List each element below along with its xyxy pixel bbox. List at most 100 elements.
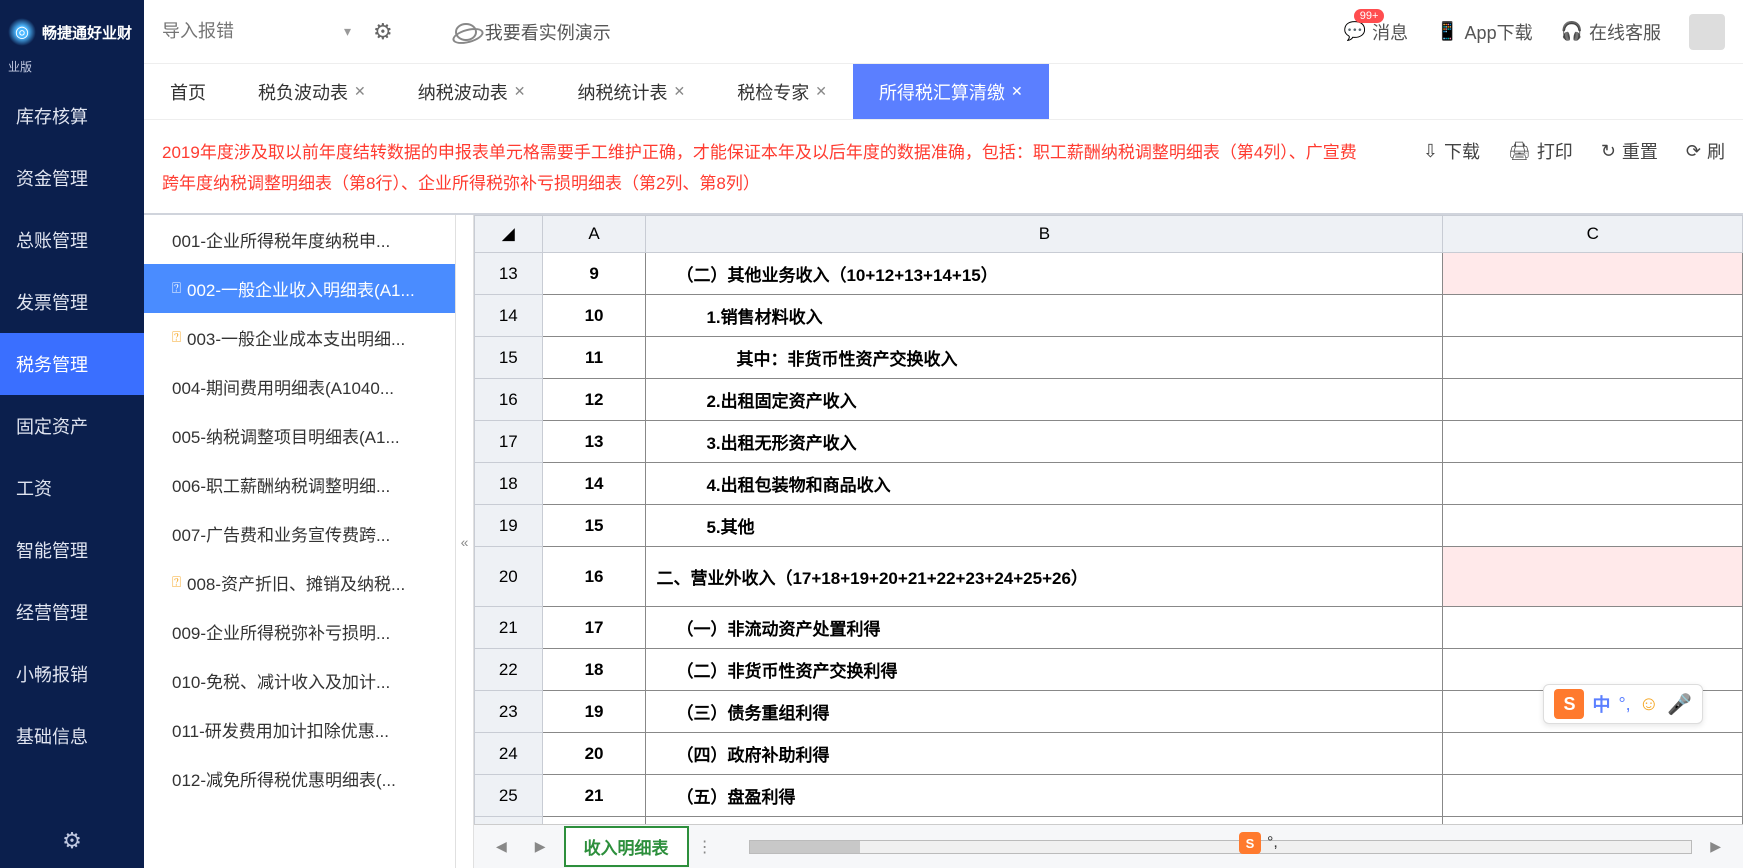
- form-list-item[interactable]: 001-企业所得税年度纳税申...: [144, 215, 455, 264]
- cell[interactable]: [1443, 505, 1743, 547]
- ime-lang[interactable]: 中: [1592, 691, 1610, 717]
- cell[interactable]: 16: [542, 547, 646, 607]
- row-header[interactable]: 16: [475, 379, 543, 421]
- close-icon[interactable]: ✕: [514, 83, 526, 100]
- tab[interactable]: 首页: [144, 64, 232, 119]
- sidebar-item[interactable]: 智能管理: [0, 519, 144, 581]
- row-header[interactable]: 19: [475, 505, 543, 547]
- form-list-item[interactable]: 010-免税、减计收入及加计...: [144, 656, 455, 705]
- column-header[interactable]: A: [542, 216, 646, 253]
- cell[interactable]: 13: [542, 421, 646, 463]
- column-header[interactable]: C: [1443, 216, 1743, 253]
- cell[interactable]: 22: [542, 817, 646, 824]
- sidebar-item[interactable]: 工资: [0, 457, 144, 519]
- sidebar-item[interactable]: 基础信息: [0, 705, 144, 767]
- form-list-item[interactable]: 005-纳税调整项目明细表(A1...: [144, 411, 455, 460]
- cell[interactable]: [1443, 607, 1743, 649]
- ime-emoji-icon[interactable]: ☺: [1639, 693, 1659, 716]
- settings-icon[interactable]: ⚙: [0, 814, 144, 868]
- close-icon[interactable]: ✕: [815, 83, 827, 100]
- sidebar-item[interactable]: 小畅报销: [0, 643, 144, 705]
- cell[interactable]: （三）债务重组利得: [646, 691, 1443, 733]
- sidebar-item[interactable]: 固定资产: [0, 395, 144, 457]
- ime-punct-icon[interactable]: °,: [1618, 694, 1630, 715]
- row-header[interactable]: 15: [475, 337, 543, 379]
- row-header[interactable]: 21: [475, 607, 543, 649]
- cell[interactable]: [1443, 337, 1743, 379]
- form-list-item[interactable]: 012-减免所得税优惠明细表(...: [144, 754, 455, 803]
- row-header[interactable]: 24: [475, 733, 543, 775]
- close-icon[interactable]: ✕: [1011, 83, 1023, 100]
- sheet-tab-active[interactable]: 收入明细表: [564, 826, 689, 867]
- close-icon[interactable]: ✕: [673, 83, 685, 100]
- demo-link[interactable]: 我要看实例演示: [455, 19, 611, 45]
- cell[interactable]: [1443, 775, 1743, 817]
- form-list-item[interactable]: 006-职工薪酬纳税调整明细...: [144, 460, 455, 509]
- cell[interactable]: [1443, 421, 1743, 463]
- row-header[interactable]: 13: [475, 253, 543, 295]
- row-header[interactable]: 22: [475, 649, 543, 691]
- row-header[interactable]: 18: [475, 463, 543, 505]
- cell[interactable]: [1443, 547, 1743, 607]
- sheet-prev-icon[interactable]: ◀: [486, 838, 517, 855]
- form-list-item[interactable]: ⍰008-资产折旧、摊销及纳税...: [144, 558, 455, 607]
- cell[interactable]: 20: [542, 733, 646, 775]
- form-list-item[interactable]: 004-期间费用明细表(A1040...: [144, 362, 455, 411]
- sidebar-item[interactable]: 总账管理: [0, 209, 144, 271]
- row-header[interactable]: 25: [475, 775, 543, 817]
- cell[interactable]: （二）非货币性资产交换利得: [646, 649, 1443, 691]
- sidebar-item[interactable]: 发票管理: [0, 271, 144, 333]
- collapse-handle[interactable]: «: [456, 215, 474, 868]
- search-input[interactable]: [162, 21, 322, 42]
- cell[interactable]: （一）非流动资产处置利得: [646, 607, 1443, 649]
- download-button[interactable]: ⇩下载: [1423, 138, 1480, 164]
- sidebar-item[interactable]: 库存核算: [0, 85, 144, 147]
- cell[interactable]: 1.销售材料收入: [646, 295, 1443, 337]
- sheet-more-icon[interactable]: ⋮: [697, 837, 731, 857]
- cell[interactable]: 3.出租无形资产收入: [646, 421, 1443, 463]
- settings-gear-icon[interactable]: ⚙: [373, 19, 393, 45]
- cell[interactable]: 17: [542, 607, 646, 649]
- chevron-down-icon[interactable]: ▾: [344, 23, 351, 40]
- tab[interactable]: 所得税汇算清缴✕: [853, 64, 1049, 119]
- form-list-item[interactable]: 011-研发费用加计扣除优惠...: [144, 705, 455, 754]
- cell[interactable]: （六）捐赠利得: [646, 817, 1443, 824]
- cell[interactable]: 10: [542, 295, 646, 337]
- cell[interactable]: 4.出租包装物和商品收入: [646, 463, 1443, 505]
- avatar[interactable]: [1689, 14, 1725, 50]
- row-header[interactable]: 17: [475, 421, 543, 463]
- tab[interactable]: 税负波动表✕: [232, 64, 392, 119]
- cell[interactable]: [1443, 817, 1743, 824]
- print-button[interactable]: 🖨打印: [1508, 138, 1573, 164]
- sidebar-item[interactable]: 资金管理: [0, 147, 144, 209]
- cell[interactable]: （四）政府补助利得: [646, 733, 1443, 775]
- sheet-next-icon[interactable]: ▶: [525, 838, 556, 855]
- cell[interactable]: 5.其他: [646, 505, 1443, 547]
- tab[interactable]: 税检专家✕: [711, 64, 853, 119]
- message-button[interactable]: 99+ 💬 消息: [1344, 19, 1408, 45]
- row-header[interactable]: 14: [475, 295, 543, 337]
- cell[interactable]: [1443, 295, 1743, 337]
- sidebar-item[interactable]: 经营管理: [0, 581, 144, 643]
- cell[interactable]: 9: [542, 253, 646, 295]
- ime-mini[interactable]: S °,: [1239, 832, 1278, 854]
- cell[interactable]: 2.出租固定资产收入: [646, 379, 1443, 421]
- form-list-item[interactable]: 007-广告费和业务宣传费跨...: [144, 509, 455, 558]
- refresh-button[interactable]: ⟳刷: [1686, 138, 1725, 164]
- close-icon[interactable]: ✕: [354, 83, 366, 100]
- cell[interactable]: 18: [542, 649, 646, 691]
- cell[interactable]: 15: [542, 505, 646, 547]
- column-header[interactable]: B: [646, 216, 1443, 253]
- cell[interactable]: 19: [542, 691, 646, 733]
- app-download-button[interactable]: 📱 App下载: [1436, 19, 1532, 45]
- reset-button[interactable]: ↻重置: [1601, 138, 1658, 164]
- ime-mic-icon[interactable]: 🎤: [1667, 692, 1692, 717]
- select-all-corner[interactable]: ◢: [475, 216, 543, 253]
- form-list-item[interactable]: ⍰002-一般企业收入明细表(A1...: [144, 264, 455, 313]
- cell[interactable]: （二）其他业务收入（10+12+13+14+15）: [646, 253, 1443, 295]
- sheet-scroll-right-icon[interactable]: ▶: [1700, 838, 1731, 855]
- row-header[interactable]: 20: [475, 547, 543, 607]
- row-header[interactable]: 26: [475, 817, 543, 824]
- cell[interactable]: 二、营业外收入（17+18+19+20+21+22+23+24+25+26）: [646, 547, 1443, 607]
- form-list-item[interactable]: ⍰003-一般企业成本支出明细...: [144, 313, 455, 362]
